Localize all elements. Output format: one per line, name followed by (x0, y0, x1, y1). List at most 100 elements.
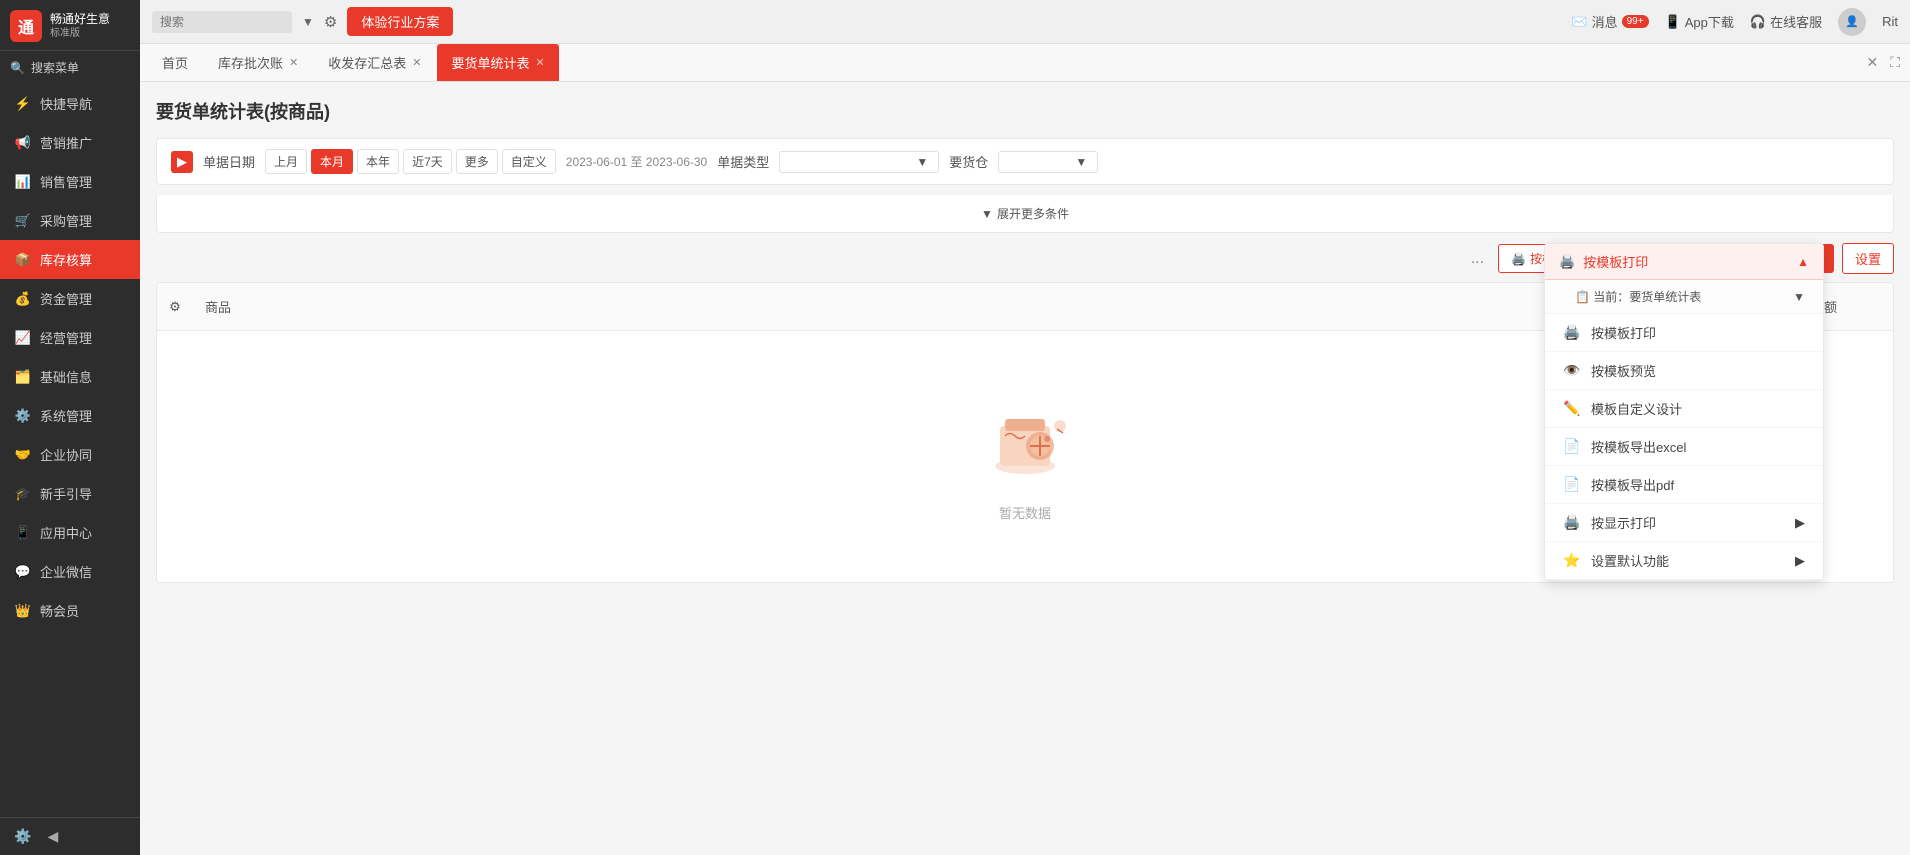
sidebar-item-label: 基础信息 (40, 367, 92, 386)
sidebar-item-label: 资金管理 (40, 289, 92, 308)
dropdown-template-pdf[interactable]: 📄 按模板导出pdf (1545, 466, 1823, 504)
sidebar-item-wechat[interactable]: 💬 企业微信 (0, 552, 140, 591)
template-pdf-label: 按模板导出pdf (1591, 475, 1674, 494)
dropdown-close-icon[interactable]: ▲ (1797, 255, 1809, 269)
sidebar-item-system[interactable]: ⚙️ 系统管理 (0, 396, 140, 435)
date-btn-more[interactable]: 更多 (456, 149, 498, 174)
cooperation-icon: 🤝 (14, 446, 32, 464)
table-col-product: 商品 (193, 291, 1573, 322)
sidebar-item-membership[interactable]: 👑 畅会员 (0, 591, 140, 630)
date-btn-7days[interactable]: 近7天 (403, 149, 452, 174)
dropdown-current-arrow: ▼ (1793, 290, 1805, 304)
business-icon: 📈 (14, 329, 32, 347)
tab-order-stats-close[interactable]: ✕ (536, 56, 545, 69)
filter-expand-toggle[interactable]: ▶ (171, 151, 193, 173)
sidebar-item-business[interactable]: 📈 经营管理 (0, 318, 140, 357)
dropdown-header[interactable]: 🖨️ 按模板打印 ▲ (1545, 244, 1823, 280)
topbar: ▼ ⚙ 体验行业方案 ✉️ 消息 99+ 📱 App下载 🎧 在线客服 👤 Ri… (140, 0, 1910, 44)
messages-item[interactable]: ✉️ 消息 99+ (1571, 12, 1648, 31)
date-btn-this-year[interactable]: 本年 (357, 149, 399, 174)
topbar-search-input[interactable] (152, 11, 292, 33)
sidebar-item-inventory[interactable]: 📦 库存核算 (0, 240, 140, 279)
download-icon: 📱 (1665, 14, 1681, 30)
sidebar-item-label: 库存核算 (40, 250, 92, 269)
collapse-icon[interactable]: ◀ (47, 828, 58, 845)
marketing-icon: 📢 (14, 134, 32, 152)
dropdown-current-item[interactable]: 📋 当前：要货单统计表 ▼ (1545, 280, 1823, 314)
table-gear-icon[interactable]: ⚙ (169, 299, 181, 314)
sidebar-logo: 通 畅通好生意 标准版 (0, 0, 140, 51)
message-icon: ✉️ (1571, 14, 1587, 30)
sales-icon: 📊 (14, 173, 32, 191)
purchase-icon: 🛒 (14, 212, 32, 230)
tab-batch-account[interactable]: 库存批次账 ✕ (204, 44, 312, 81)
date-btn-custom[interactable]: 自定义 (502, 149, 556, 174)
tab-batch-account-close[interactable]: ✕ (289, 56, 298, 69)
sidebar-item-cooperation[interactable]: 🤝 企业协同 (0, 435, 140, 474)
expand-label: 展开更多条件 (997, 205, 1069, 222)
main-area: ▼ ⚙ 体验行业方案 ✉️ 消息 99+ 📱 App下载 🎧 在线客服 👤 Ri… (140, 0, 1910, 855)
tab-collection-summary-label: 收发存汇总表 (328, 53, 406, 72)
sidebar-item-app-center[interactable]: 📱 应用中心 (0, 513, 140, 552)
empty-text: 暂无数据 (999, 503, 1051, 522)
app-download-label: App下载 (1685, 12, 1734, 31)
date-range-display: 2023-06-01 至 2023-06-30 (566, 153, 707, 170)
settings-bottom-icon[interactable]: ⚙️ (14, 828, 31, 845)
basics-icon: 🗂️ (14, 368, 32, 386)
messages-badge: 99+ (1622, 15, 1649, 28)
sidebar-item-label: 营销推广 (40, 133, 92, 152)
sidebar-item-marketing[interactable]: 📢 营销推广 (0, 123, 140, 162)
app-logo-icon: 通 (10, 10, 42, 42)
app-name: 畅通好生意 (50, 12, 110, 28)
topbar-gear-icon[interactable]: ⚙ (324, 13, 337, 31)
online-service-item[interactable]: 🎧 在线客服 (1750, 12, 1822, 31)
display-print-label: 按显示打印 (1591, 513, 1656, 532)
default-func-icon: ⭐ (1563, 552, 1581, 569)
tab-home-label: 首页 (162, 53, 188, 72)
sidebar-item-purchase[interactable]: 🛒 采购管理 (0, 201, 140, 240)
dropdown-title: 按模板打印 (1583, 252, 1648, 271)
tab-order-stats[interactable]: 要货单统计表 ✕ (437, 44, 558, 81)
tab-close-btn[interactable]: ✕ (1864, 52, 1880, 73)
username-label: Rit (1882, 14, 1898, 29)
order-type-select[interactable]: ▼ (779, 151, 939, 173)
dropdown-template-excel[interactable]: 📄 按模板导出excel (1545, 428, 1823, 466)
expand-more-btn[interactable]: ▼ 展开更多条件 (969, 201, 1081, 226)
dropdown-template-design[interactable]: ✏️ 模板自定义设计 (1545, 390, 1823, 428)
app-subtitle: 标准版 (50, 27, 110, 40)
tab-order-stats-label: 要货单统计表 (451, 53, 529, 72)
table-col-settings[interactable]: ⚙ (157, 293, 193, 321)
membership-icon: 👑 (14, 602, 32, 620)
tab-batch-account-label: 库存批次账 (218, 53, 283, 72)
sidebar-item-sales[interactable]: 📊 销售管理 (0, 162, 140, 201)
dropdown-display-print[interactable]: 🖨️ 按显示打印 ▶ (1545, 504, 1823, 542)
display-print-icon: 🖨️ (1563, 514, 1581, 531)
goods-select[interactable]: ▼ (998, 151, 1098, 173)
date-btn-last-month[interactable]: 上月 (265, 149, 307, 174)
tab-expand-btn[interactable]: ⛶ (1888, 52, 1902, 73)
date-btn-this-month[interactable]: 本月 (311, 149, 353, 174)
sidebar-item-label: 系统管理 (40, 406, 92, 425)
sidebar-item-basics[interactable]: 🗂️ 基础信息 (0, 357, 140, 396)
settings-btn[interactable]: 设置 (1842, 243, 1894, 274)
empty-illustration (975, 391, 1075, 491)
dropdown-template-print[interactable]: 🖨️ 按模板打印 (1545, 314, 1823, 352)
more-options-btn[interactable]: ... (1465, 248, 1490, 270)
sidebar-item-quick-nav[interactable]: ⚡ 快捷导航 (0, 84, 140, 123)
sidebar-search-item[interactable]: 🔍 搜索菜单 (0, 51, 140, 84)
tab-collection-summary-close[interactable]: ✕ (412, 56, 421, 69)
sidebar-item-label: 企业协同 (40, 445, 92, 464)
dropdown-template-preview[interactable]: 👁️ 按模板预览 (1545, 352, 1823, 390)
sidebar-item-guide[interactable]: 🎓 新手引导 (0, 474, 140, 513)
sidebar-menu: ⚡ 快捷导航 📢 营销推广 📊 销售管理 🛒 采购管理 📦 库存核算 💰 资金管… (0, 84, 140, 817)
dropdown-default-func[interactable]: ⭐ 设置默认功能 ▶ (1545, 542, 1823, 580)
sidebar-item-finance[interactable]: 💰 资金管理 (0, 279, 140, 318)
industry-btn[interactable]: 体验行业方案 (347, 7, 453, 36)
tab-home[interactable]: 首页 (148, 44, 202, 81)
app-download-item[interactable]: 📱 App下载 (1665, 12, 1734, 31)
user-avatar[interactable]: 👤 (1838, 8, 1866, 36)
tab-collection-summary[interactable]: 收发存汇总表 ✕ (314, 44, 435, 81)
sidebar-item-label: 企业微信 (40, 562, 92, 581)
date-filter-group: 上月 本月 本年 近7天 更多 自定义 (265, 149, 556, 174)
topbar-dropdown-icon[interactable]: ▼ (302, 15, 314, 29)
